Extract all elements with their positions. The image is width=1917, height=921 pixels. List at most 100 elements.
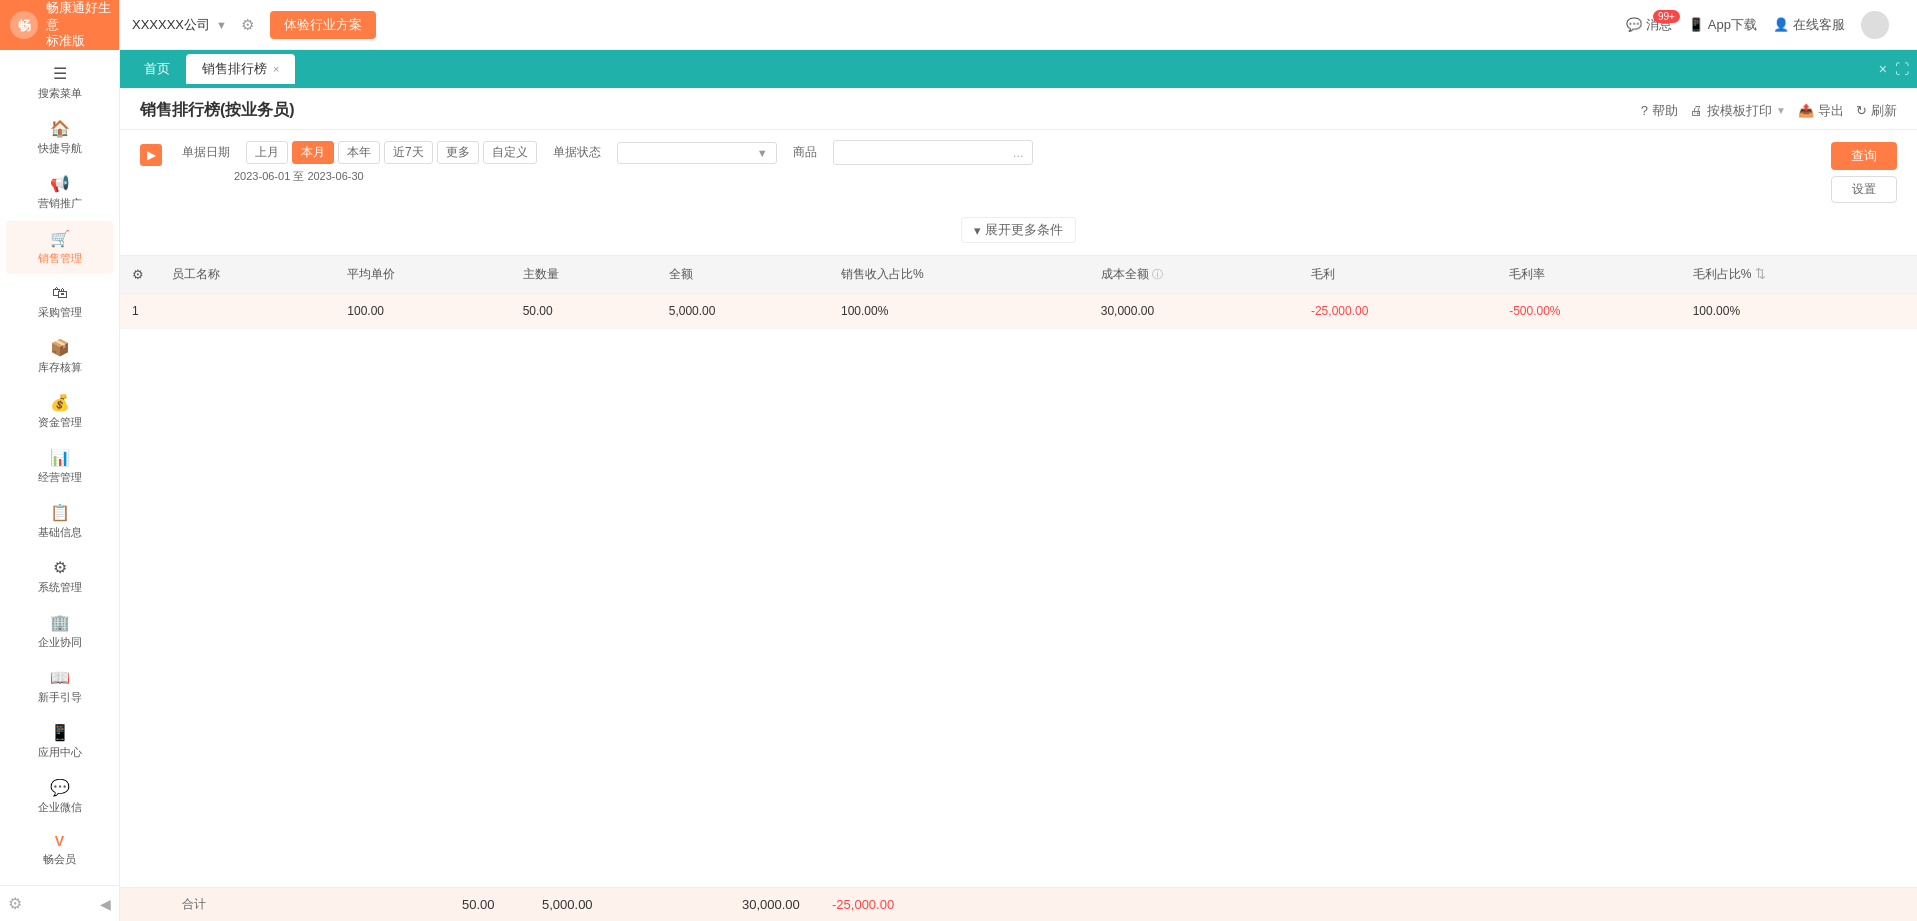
- cell-name: [160, 294, 335, 329]
- filter-row-1: 单据日期 上月 本月 本年 近7天 更多 自定义 单据状态: [182, 140, 1819, 165]
- cell-amount: 5,000.00: [657, 294, 829, 329]
- tab-home[interactable]: 首页: [128, 54, 186, 84]
- inventory-icon: 📦: [50, 338, 70, 357]
- window-close-icon[interactable]: ×: [1879, 61, 1887, 77]
- goods-input[interactable]: ...: [833, 140, 1033, 165]
- more-date-button[interactable]: 更多: [437, 141, 479, 164]
- print-button[interactable]: 🖨 按模板打印 ▼: [1690, 102, 1786, 120]
- goods-more-icon: ...: [1013, 145, 1024, 160]
- th-avg-price: 平均单价: [335, 256, 510, 294]
- table-header-row: ⚙ 员工名称 平均单价 主数量 全额 销售收入占比% 成本全额 ⓘ 毛利 毛利率: [120, 256, 1917, 294]
- online-service-button[interactable]: 👤 在线客服: [1773, 16, 1845, 34]
- sidebar-settings-icon[interactable]: ⚙: [8, 894, 22, 913]
- table-row: 1 100.00 50.00 5,000.00 100.00% 30,000.0…: [120, 294, 1917, 329]
- sidebar-item-operations[interactable]: 📊 经营管理: [6, 440, 113, 493]
- search-menu-icon: ☰: [53, 64, 67, 83]
- page-actions: ? 帮助 🖨 按模板打印 ▼ 📤 导出 ↻ 刷新: [1641, 102, 1897, 120]
- cell-main-qty: 50.00: [511, 294, 657, 329]
- sidebar-item-system[interactable]: ⚙ 系统管理: [6, 550, 113, 603]
- operations-icon: 📊: [50, 448, 70, 467]
- page-title: 销售排行榜(按业务员): [140, 100, 295, 121]
- app-logo: 畅 畅康通好生意 标准版: [0, 0, 119, 50]
- th-profit-pct: 毛利占比% ⇅: [1681, 256, 1917, 294]
- company-selector[interactable]: XXXXXX公司 ▼: [132, 16, 227, 34]
- main-area: XXXXXX公司 ▼ ⚙ 体验行业方案 💬 消息 99+ 📱 App下载 👤 在…: [120, 0, 1917, 921]
- th-amount: 全额: [657, 256, 829, 294]
- tab-sales-ranking[interactable]: 销售排行榜 ×: [186, 54, 295, 84]
- cell-avg-price: 100.00: [335, 294, 510, 329]
- query-button[interactable]: 查询: [1831, 142, 1897, 170]
- filter-bar: ▶ 单据日期 上月 本月 本年 近7天 更多 自定义: [120, 130, 1917, 256]
- tab-close-icon[interactable]: ×: [273, 63, 279, 75]
- window-restore-icon[interactable]: ⛶: [1895, 61, 1909, 77]
- th-settings[interactable]: ⚙: [120, 256, 160, 294]
- top-header: XXXXXX公司 ▼ ⚙ 体验行业方案 💬 消息 99+ 📱 App下载 👤 在…: [120, 0, 1917, 50]
- this-year-button[interactable]: 本年: [338, 141, 380, 164]
- tab-window-actions: × ⛶: [1879, 61, 1909, 77]
- vip-icon: V: [55, 833, 64, 849]
- sidebar-item-enterprise[interactable]: 🏢 企业协同: [6, 605, 113, 658]
- print-icon: 🖨: [1690, 103, 1703, 118]
- footer-profit: -25,000.00: [832, 897, 922, 912]
- refresh-button[interactable]: ↻ 刷新: [1856, 102, 1897, 120]
- sidebar-item-marketing[interactable]: 📢 营销推广: [6, 166, 113, 219]
- last7days-button[interactable]: 近7天: [384, 141, 433, 164]
- expand-conditions-button[interactable]: ▾ 展开更多条件: [961, 217, 1076, 243]
- sidebar-item-sales[interactable]: 🛒 销售管理: [6, 221, 113, 274]
- status-filter-label: 单据状态: [553, 144, 601, 161]
- th-profit-rate: 毛利率: [1497, 256, 1681, 294]
- tabs-bar: 首页 销售排行榜 × × ⛶: [120, 50, 1917, 88]
- footer-cost: 30,000.00: [742, 897, 832, 912]
- status-select[interactable]: ▼: [617, 142, 777, 164]
- header-settings-icon[interactable]: ⚙: [241, 16, 254, 34]
- table-body: 1 100.00 50.00 5,000.00 100.00% 30,000.0…: [120, 294, 1917, 329]
- sidebar-item-apps[interactable]: 📱 应用中心: [6, 715, 113, 768]
- date-filter-label: 单据日期: [182, 144, 230, 161]
- settings-button[interactable]: 设置: [1831, 176, 1897, 203]
- header-right: 💬 消息 99+ 📱 App下载 👤 在线客服: [1626, 11, 1905, 39]
- guide-icon: 📖: [50, 668, 70, 687]
- cell-cost: 30,000.00: [1089, 294, 1299, 329]
- cost-info-icon: ⓘ: [1152, 268, 1163, 280]
- sidebar-item-finance[interactable]: 💰 资金管理: [6, 385, 113, 438]
- company-name: XXXXXX公司: [132, 16, 210, 34]
- help-button[interactable]: ? 帮助: [1641, 102, 1678, 120]
- status-select-arrow: ▼: [757, 147, 768, 159]
- sidebar-item-basic[interactable]: 📋 基础信息: [6, 495, 113, 548]
- sidebar-item-wechat[interactable]: 💬 企业微信: [6, 770, 113, 823]
- th-profit: 毛利: [1299, 256, 1497, 294]
- sidebar-item-vip[interactable]: V 畅会员: [6, 825, 113, 875]
- home-tab-label: 首页: [144, 60, 170, 78]
- svg-text:畅: 畅: [18, 18, 31, 33]
- filter-collapse-button[interactable]: ▶: [140, 144, 162, 166]
- export-icon: 📤: [1798, 103, 1814, 118]
- cell-rank: 1: [120, 294, 160, 329]
- user-avatar[interactable]: [1861, 11, 1889, 39]
- app-name: 畅康通好生意 标准版: [46, 0, 111, 50]
- this-month-button[interactable]: 本月: [292, 141, 334, 164]
- basic-icon: 📋: [50, 503, 70, 522]
- custom-date-button[interactable]: 自定义: [483, 141, 537, 164]
- sidebar-item-purchase[interactable]: 🛍 采购管理: [6, 276, 113, 328]
- cell-profit: -25,000.00: [1299, 294, 1497, 329]
- service-label: 在线客服: [1793, 16, 1845, 34]
- expand-row: ▾ 展开更多条件: [140, 211, 1897, 245]
- trial-button[interactable]: 体验行业方案: [270, 11, 376, 39]
- goods-filter-label: 商品: [793, 144, 817, 161]
- last-month-button[interactable]: 上月: [246, 141, 288, 164]
- table-footer: 合计 50.00 5,000.00 30,000.00 -25,000.00: [120, 887, 1917, 921]
- sidebar-collapse-icon[interactable]: ◀: [100, 896, 111, 912]
- export-button[interactable]: 📤 导出: [1798, 102, 1844, 120]
- sidebar-item-guide[interactable]: 📖 新手引导: [6, 660, 113, 713]
- refresh-icon: ↻: [1856, 103, 1867, 118]
- footer-amount: 5,000.00: [542, 897, 632, 912]
- app-download-button[interactable]: 📱 App下载: [1688, 16, 1757, 34]
- print-arrow-icon: ▼: [1776, 105, 1786, 116]
- service-icon: 👤: [1773, 17, 1789, 32]
- message-button[interactable]: 💬 消息 99+: [1626, 16, 1672, 34]
- sidebar-item-search[interactable]: ☰ 搜索菜单: [6, 56, 113, 109]
- purchase-icon: 🛍: [52, 284, 68, 302]
- sidebar-item-quick-nav[interactable]: 🏠 快捷导航: [6, 111, 113, 164]
- sidebar-item-inventory[interactable]: 📦 库存核算: [6, 330, 113, 383]
- marketing-icon: 📢: [50, 174, 70, 193]
